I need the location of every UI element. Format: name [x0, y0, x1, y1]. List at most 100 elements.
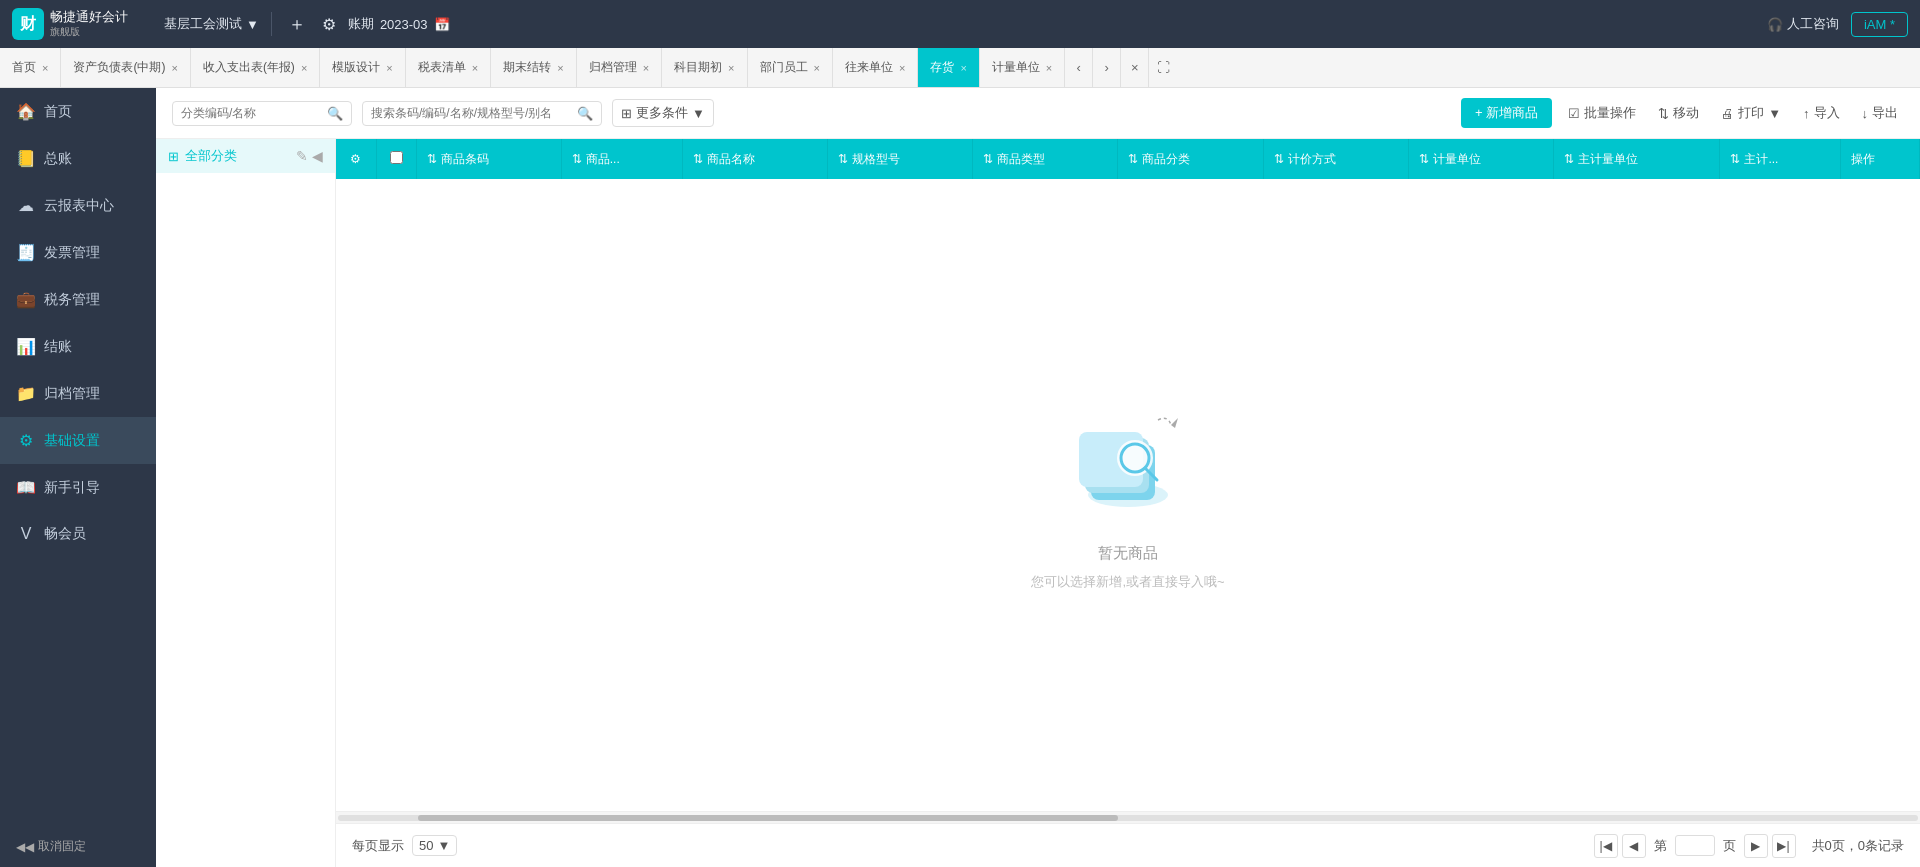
col-category[interactable]: ⇅ 商品分类: [1118, 139, 1263, 179]
horizontal-scrollbar[interactable]: [336, 811, 1920, 823]
tab-unit[interactable]: 计量单位 ×: [980, 48, 1065, 87]
table-scroll-container[interactable]: ⚙ ⇅ 商品条码 ⇅: [336, 139, 1920, 179]
tab-income[interactable]: 收入支出表(年报) ×: [191, 48, 320, 87]
page-input[interactable]: 1: [1675, 835, 1715, 856]
sidebar-item-close[interactable]: 📊 结账: [0, 323, 156, 370]
account-button[interactable]: iAM *: [1851, 12, 1908, 37]
product-search-icon[interactable]: 🔍: [577, 106, 593, 121]
col-extra[interactable]: ⇅ 主计...: [1720, 139, 1841, 179]
sidebar-item-archive[interactable]: 📁 归档管理: [0, 370, 156, 417]
settings-gear-icon[interactable]: ⚙: [322, 15, 336, 34]
tab-prev-button[interactable]: ‹: [1065, 48, 1093, 87]
edit-category-icon[interactable]: ✎: [296, 148, 308, 164]
tab-contacts[interactable]: 往来单位 ×: [833, 48, 918, 87]
col-checkbox[interactable]: [376, 139, 416, 179]
sidebar-item-invoice[interactable]: 🧾 发票管理: [0, 229, 156, 276]
scrollbar-track[interactable]: [338, 815, 1918, 821]
app-logo-icon: 财: [12, 8, 44, 40]
tab-unit-close[interactable]: ×: [1046, 62, 1052, 74]
sidebar-item-home[interactable]: 🏠 首页: [0, 88, 156, 135]
tab-close-all-button[interactable]: ×: [1121, 48, 1149, 87]
tab-contacts-close[interactable]: ×: [899, 62, 905, 74]
tab-home-close[interactable]: ×: [42, 62, 48, 74]
tab-taxclear[interactable]: 税表清单 ×: [406, 48, 491, 87]
service-button[interactable]: 🎧 人工咨询: [1767, 15, 1839, 33]
page-prev-button[interactable]: ◀: [1622, 834, 1646, 858]
tab-template-close[interactable]: ×: [386, 62, 392, 74]
col-barcode-label: 商品条码: [441, 151, 489, 168]
sidebar-item-vip[interactable]: V 畅会员: [0, 511, 156, 557]
product-search-input[interactable]: [371, 106, 573, 120]
company-selector[interactable]: 基层工会测试 ▼: [164, 15, 259, 33]
sidebar-item-guide[interactable]: 📖 新手引导: [0, 464, 156, 511]
select-all-checkbox[interactable]: [390, 151, 403, 164]
sidebar-item-reports[interactable]: ☁ 云报表中心: [0, 182, 156, 229]
sidebar-item-tax[interactable]: 💼 税务管理: [0, 276, 156, 323]
page-next-button[interactable]: ▶: [1744, 834, 1768, 858]
page-last-button[interactable]: ▶|: [1772, 834, 1796, 858]
tab-inventory-close[interactable]: ×: [960, 62, 966, 74]
calendar-icon[interactable]: 📅: [434, 17, 450, 32]
col-code[interactable]: ⇅ 商品...: [561, 139, 682, 179]
col-pricing[interactable]: ⇅ 计价方式: [1263, 139, 1408, 179]
add-product-label: + 新增商品: [1475, 104, 1538, 122]
more-conditions-button[interactable]: ⊞ 更多条件 ▼: [612, 99, 714, 127]
category-search-box[interactable]: 🔍: [172, 101, 352, 126]
col-spec[interactable]: ⇅ 规格型号: [827, 139, 972, 179]
tab-periodclose-close[interactable]: ×: [557, 62, 563, 74]
tab-department[interactable]: 部门员工 ×: [748, 48, 833, 87]
sidebar-item-settings[interactable]: ⚙ 基础设置: [0, 417, 156, 464]
tab-next-button[interactable]: ›: [1093, 48, 1121, 87]
tab-periodclose-label: 期末结转: [503, 59, 551, 76]
col-unit[interactable]: ⇅ 计量单位: [1408, 139, 1553, 179]
col-main-unit[interactable]: ⇅ 主计量单位: [1554, 139, 1720, 179]
sidebar-label-invoice: 发票管理: [44, 244, 100, 262]
scrollbar-thumb[interactable]: [418, 815, 1118, 821]
batch-operation-button[interactable]: ☑ 批量操作: [1562, 100, 1642, 126]
period-value: 2023-03: [380, 17, 428, 32]
company-name: 基层工会测试: [164, 15, 242, 33]
col-extra-label: 主计...: [1744, 151, 1778, 168]
tab-subject[interactable]: 科目期初 ×: [662, 48, 747, 87]
sidebar-label-home: 首页: [44, 103, 72, 121]
tab-taxclear-close[interactable]: ×: [472, 62, 478, 74]
move-button[interactable]: ⇅ 移动: [1652, 100, 1705, 126]
import-button[interactable]: ↑ 导入: [1797, 100, 1846, 126]
tab-department-close[interactable]: ×: [814, 62, 820, 74]
tab-archive[interactable]: 归档管理 ×: [577, 48, 662, 87]
cancel-fixed-label: 取消固定: [38, 838, 86, 855]
tab-balance[interactable]: 资产负债表(中期) ×: [61, 48, 190, 87]
tab-home[interactable]: 首页 ×: [0, 48, 61, 87]
category-search-input[interactable]: [181, 106, 323, 120]
category-search-icon[interactable]: 🔍: [327, 106, 343, 121]
page-first-button[interactable]: |◀: [1594, 834, 1618, 858]
tab-template[interactable]: 模版设计 ×: [320, 48, 405, 87]
per-page-select[interactable]: 50 ▼: [412, 835, 457, 856]
cancel-fixed-button[interactable]: ◀◀ 取消固定: [0, 826, 156, 867]
guide-icon: 📖: [16, 478, 36, 497]
all-categories-item[interactable]: ⊞ 全部分类 ✎ ◀: [156, 139, 335, 173]
add-tab-button[interactable]: ＋: [284, 12, 310, 36]
col-type[interactable]: ⇅ 商品类型: [973, 139, 1118, 179]
tab-subject-close[interactable]: ×: [728, 62, 734, 74]
export-button[interactable]: ↓ 导出: [1856, 100, 1905, 126]
add-product-button[interactable]: + 新增商品: [1461, 98, 1552, 128]
col-barcode[interactable]: ⇅ 商品条码: [416, 139, 561, 179]
sidebar-label-tax: 税务管理: [44, 291, 100, 309]
collapse-panel-icon[interactable]: ◀: [312, 148, 323, 164]
col-settings[interactable]: ⚙: [336, 139, 376, 179]
tab-income-close[interactable]: ×: [301, 62, 307, 74]
tab-periodclose[interactable]: 期末结转 ×: [491, 48, 576, 87]
tab-inventory[interactable]: 存货 ×: [918, 48, 979, 87]
pagination-bar: 每页显示 50 ▼ |◀ ◀ 第 1 页 ▶ ▶| 共0页，0条记录: [336, 823, 1920, 867]
tab-unit-label: 计量单位: [992, 59, 1040, 76]
sidebar-item-ledger[interactable]: 📒 总账: [0, 135, 156, 182]
all-categories-label: 全部分类: [185, 147, 237, 165]
tab-archive-close[interactable]: ×: [643, 62, 649, 74]
tab-balance-close[interactable]: ×: [171, 62, 177, 74]
content-area: 🔍 🔍 ⊞ 更多条件 ▼ + 新增商品 ☑ 批量操作 ⇅: [156, 88, 1920, 867]
print-button[interactable]: 🖨 打印 ▼: [1715, 100, 1787, 126]
product-search-box[interactable]: 🔍: [362, 101, 602, 126]
col-name[interactable]: ⇅ 商品名称: [682, 139, 827, 179]
tab-expand-button[interactable]: ⛶: [1149, 48, 1177, 87]
